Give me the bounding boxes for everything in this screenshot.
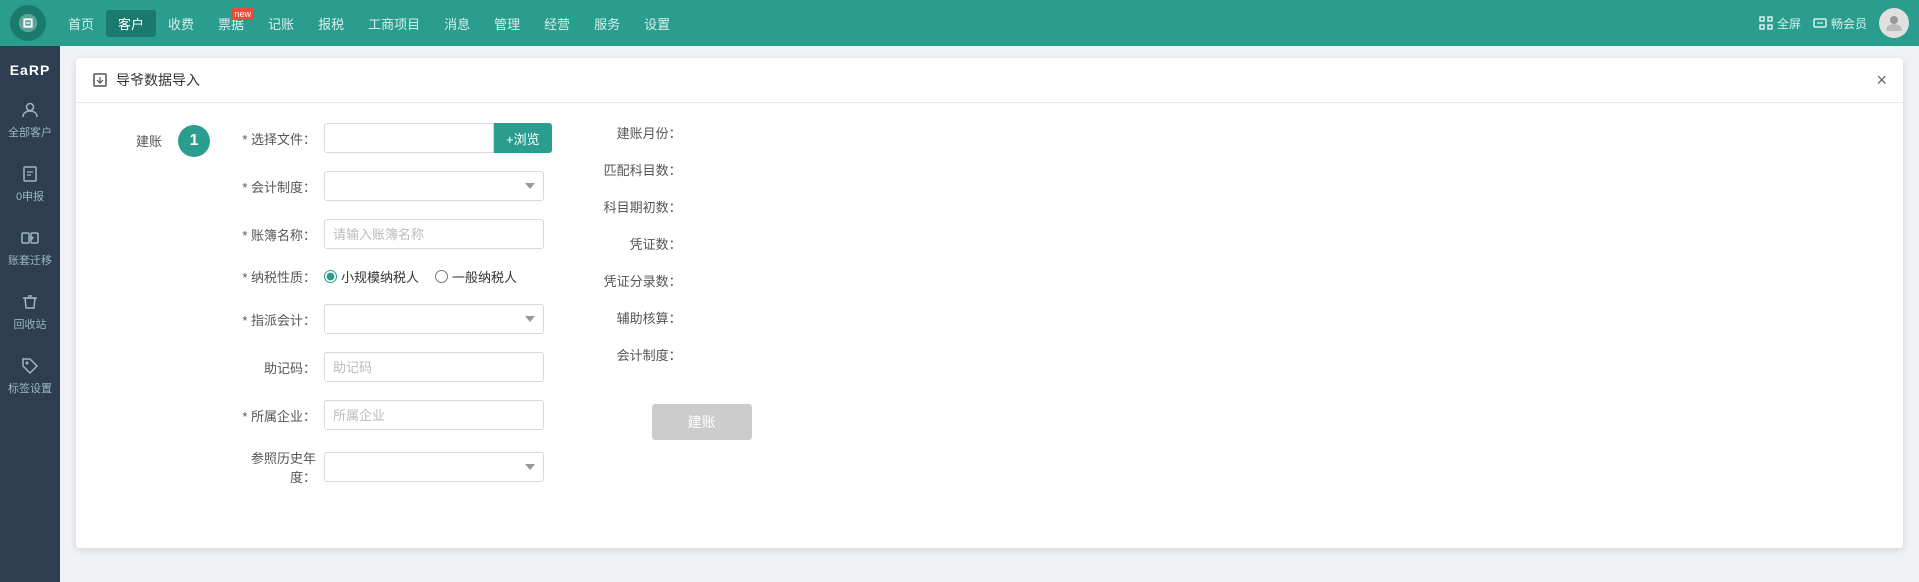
info-accounting-system-label: 会计制度： bbox=[592, 345, 682, 364]
nav-customer[interactable]: 客户 bbox=[106, 10, 156, 37]
dialog: 导爷数据导入 × 建账 1 bbox=[76, 58, 1903, 548]
select-file-label: * 选择文件： bbox=[226, 129, 316, 148]
nav-right: 全屏 畅会员 bbox=[1759, 8, 1909, 38]
nav-tax[interactable]: 报税 bbox=[306, 10, 356, 37]
memo-code-row: 助记码： bbox=[226, 352, 552, 382]
top-nav: 首页 客户 收费 票据 new 记账 报税 工商项目 消息 管理 经营 服务 设… bbox=[0, 0, 1919, 46]
nav-business[interactable]: 工商项目 bbox=[356, 10, 432, 37]
nav-settings[interactable]: 设置 bbox=[632, 10, 682, 37]
company-label: * 所属企业： bbox=[226, 406, 316, 425]
voucher-records-label: 凭证分录数： bbox=[592, 271, 682, 290]
fullscreen-btn[interactable]: 全屏 bbox=[1759, 15, 1801, 32]
sidebar-item-zero-declare[interactable]: 0申报 bbox=[0, 154, 60, 214]
sidebar-item-trash[interactable]: 回收站 bbox=[0, 282, 60, 342]
accounting-system-label: * 会计制度： bbox=[226, 177, 316, 196]
company-row: * 所属企业： bbox=[226, 400, 552, 430]
vouchers-row: 凭证数： bbox=[592, 234, 812, 253]
browse-button[interactable]: +浏览 bbox=[494, 123, 552, 153]
period-init-label: 科目期初数： bbox=[592, 197, 682, 216]
dialog-close-button[interactable]: × bbox=[1876, 70, 1887, 91]
reference-year-label: 参照历史年度： bbox=[226, 448, 316, 486]
tax-type-row: * 纳税性质： 小规模纳税人 一般纳税人 bbox=[226, 267, 552, 286]
ledger-name-row: * 账簿名称： bbox=[226, 219, 552, 249]
ledger-name-label: * 账簿名称： bbox=[226, 225, 316, 244]
step-label: 建账 bbox=[136, 131, 162, 150]
match-subjects-row: 匹配科目数： bbox=[592, 160, 812, 179]
new-badge: new bbox=[232, 8, 255, 21]
period-init-row: 科目期初数： bbox=[592, 197, 812, 216]
sidebar-item-all-customers[interactable]: 全部客户 bbox=[0, 90, 60, 150]
nav-service[interactable]: 服务 bbox=[582, 10, 632, 37]
vouchers-label: 凭证数： bbox=[592, 234, 682, 253]
company-input[interactable] bbox=[324, 400, 544, 430]
tax-type-label: * 纳税性质： bbox=[226, 267, 316, 286]
member-btn[interactable]: 畅会员 bbox=[1813, 15, 1867, 32]
tax-type-radio-group: 小规模纳税人 一般纳税人 bbox=[324, 267, 517, 286]
sidebar-item-account-migrate[interactable]: 账套迁移 bbox=[0, 218, 60, 278]
account-month-label: 建账月份： bbox=[592, 123, 682, 142]
select-file-input[interactable] bbox=[324, 123, 494, 153]
info-section: 建账月份： 匹配科目数： 科目期初数： 凭证数： bbox=[592, 123, 812, 504]
nav-items: 首页 客户 收费 票据 new 记账 报税 工商项目 消息 管理 经营 服务 设… bbox=[56, 10, 1759, 37]
import-icon bbox=[92, 72, 108, 88]
sidebar-logo: EaRP bbox=[10, 54, 51, 86]
file-input-group: +浏览 bbox=[324, 123, 552, 153]
nav-message[interactable]: 消息 bbox=[432, 10, 482, 37]
nav-operation[interactable]: 经营 bbox=[532, 10, 582, 37]
reference-year-row: 参照历史年度： bbox=[226, 448, 552, 486]
small-tax-radio[interactable] bbox=[324, 270, 337, 283]
general-tax-radio[interactable] bbox=[435, 270, 448, 283]
dialog-title: 导爷数据导入 bbox=[116, 70, 200, 90]
nav-invoice[interactable]: 票据 new bbox=[206, 10, 256, 37]
assign-accountant-select[interactable] bbox=[324, 304, 544, 334]
layout: EaRP 全部客户 0申报 账套迁移 回收站 标签设置 bbox=[0, 46, 1919, 582]
small-tax-option[interactable]: 小规模纳税人 bbox=[324, 267, 419, 286]
main-content: 导爷数据导入 × 建账 1 bbox=[60, 46, 1919, 582]
account-month-row: 建账月份： bbox=[592, 123, 812, 142]
nav-home[interactable]: 首页 bbox=[56, 10, 106, 37]
info-accounting-system-row: 会计制度： bbox=[592, 345, 812, 364]
sidebar: EaRP 全部客户 0申报 账套迁移 回收站 标签设置 bbox=[0, 46, 60, 582]
select-file-row: * 选择文件： +浏览 bbox=[226, 123, 552, 153]
memo-code-label: 助记码： bbox=[226, 358, 316, 377]
avatar[interactable] bbox=[1879, 8, 1909, 38]
nav-charge[interactable]: 收费 bbox=[156, 10, 206, 37]
general-tax-option[interactable]: 一般纳税人 bbox=[435, 267, 517, 286]
nav-bookkeeping[interactable]: 记账 bbox=[256, 10, 306, 37]
assign-accountant-row: * 指派会计： bbox=[226, 304, 552, 334]
aux-accounting-label: 辅助核算： bbox=[592, 308, 682, 327]
step-circle: 1 bbox=[178, 125, 210, 157]
dialog-header: 导爷数据导入 bbox=[76, 58, 1903, 103]
match-subjects-label: 匹配科目数： bbox=[592, 160, 682, 179]
build-account-button[interactable]: 建账 bbox=[652, 404, 752, 440]
sidebar-item-tag-settings[interactable]: 标签设置 bbox=[0, 346, 60, 406]
ledger-name-input[interactable] bbox=[324, 219, 544, 249]
voucher-records-row: 凭证分录数： bbox=[592, 271, 812, 290]
nav-admin[interactable]: 管理 bbox=[482, 10, 532, 37]
accounting-system-row: * 会计制度： bbox=[226, 171, 552, 201]
aux-accounting-row: 辅助核算： bbox=[592, 308, 812, 327]
memo-code-input[interactable] bbox=[324, 352, 544, 382]
accounting-system-select[interactable] bbox=[324, 171, 544, 201]
form-section: * 选择文件： +浏览 * 会计制度： bbox=[226, 123, 552, 504]
assign-accountant-label: * 指派会计： bbox=[226, 310, 316, 329]
reference-year-select[interactable] bbox=[324, 452, 544, 482]
nav-logo bbox=[10, 5, 46, 41]
dialog-body: 建账 1 * 选择文件： +浏览 bbox=[76, 103, 1903, 524]
